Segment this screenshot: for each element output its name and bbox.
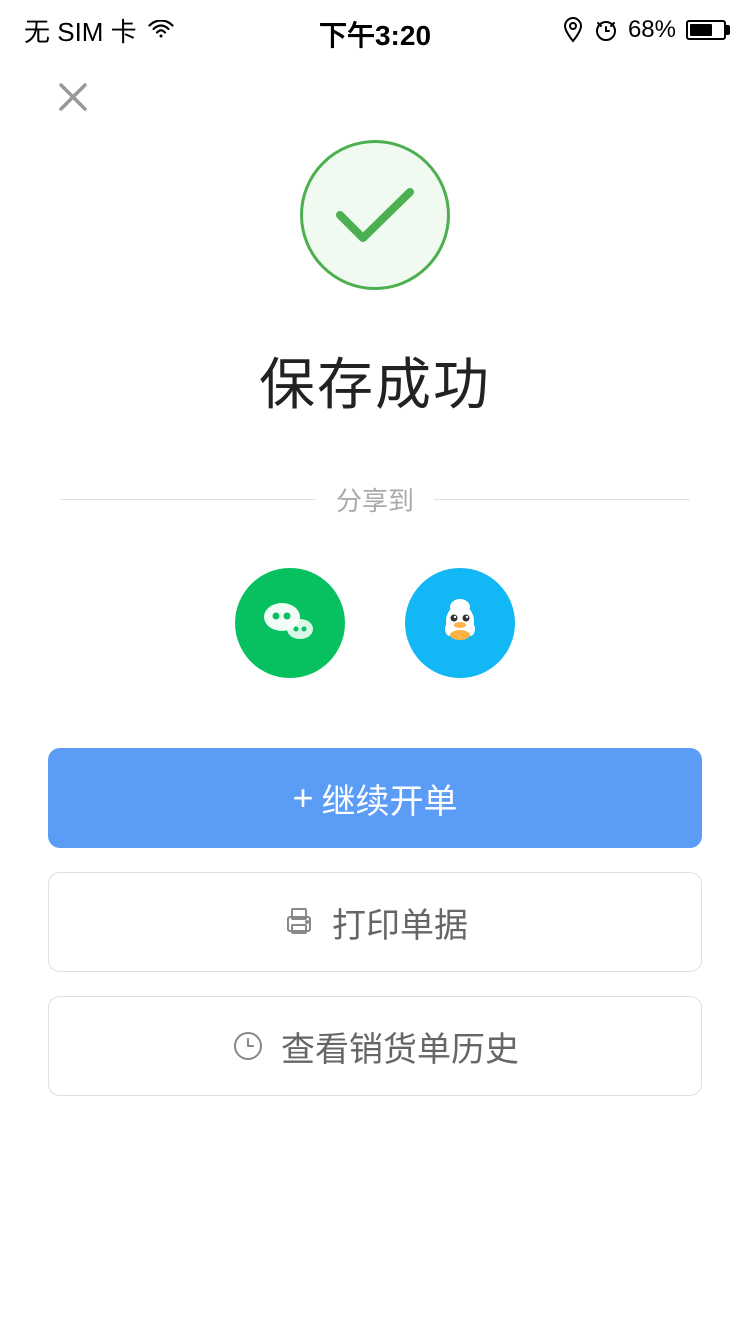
main-content: 保存成功 分享到 [0, 60, 750, 1096]
close-icon [55, 79, 91, 115]
success-title: 保存成功 [259, 340, 491, 421]
history-label: 查看销货单历史 [281, 1022, 519, 1071]
carrier-text: 无 SIM 卡 [24, 12, 137, 49]
share-divider: 分享到 [0, 481, 750, 518]
wifi-icon [147, 20, 175, 40]
success-circle [300, 140, 450, 290]
battery-icon [686, 20, 726, 40]
alarm-icon [594, 18, 618, 42]
qq-share-button[interactable] [405, 568, 515, 678]
checkmark-icon [335, 185, 415, 245]
wechat-share-button[interactable] [235, 568, 345, 678]
action-buttons: + 继续开单 打印单据 查看销货单历史 [0, 748, 750, 1096]
divider-left [60, 499, 316, 500]
print-label: 打印单据 [332, 898, 468, 947]
status-right: 68% [562, 16, 726, 44]
wechat-logo-icon [258, 591, 322, 655]
continue-plus-icon: + [292, 777, 313, 819]
continue-order-label: 继续开单 [322, 774, 458, 823]
view-history-button[interactable]: 查看销货单历史 [48, 996, 702, 1096]
status-bar: 无 SIM 卡 下午3:20 68% [0, 0, 750, 60]
continue-order-button[interactable]: + 继续开单 [48, 748, 702, 848]
status-left: 无 SIM 卡 [24, 12, 175, 49]
print-button[interactable]: 打印单据 [48, 872, 702, 972]
history-icon [231, 1029, 265, 1063]
location-icon [562, 17, 584, 43]
status-time: 下午3:20 [319, 14, 431, 54]
print-icon [282, 905, 316, 939]
share-icons-row [235, 568, 515, 678]
divider-right [434, 499, 690, 500]
share-label: 分享到 [316, 481, 434, 518]
close-button[interactable] [48, 72, 98, 122]
battery-percent: 68% [628, 16, 676, 44]
qq-logo-icon [428, 591, 492, 655]
